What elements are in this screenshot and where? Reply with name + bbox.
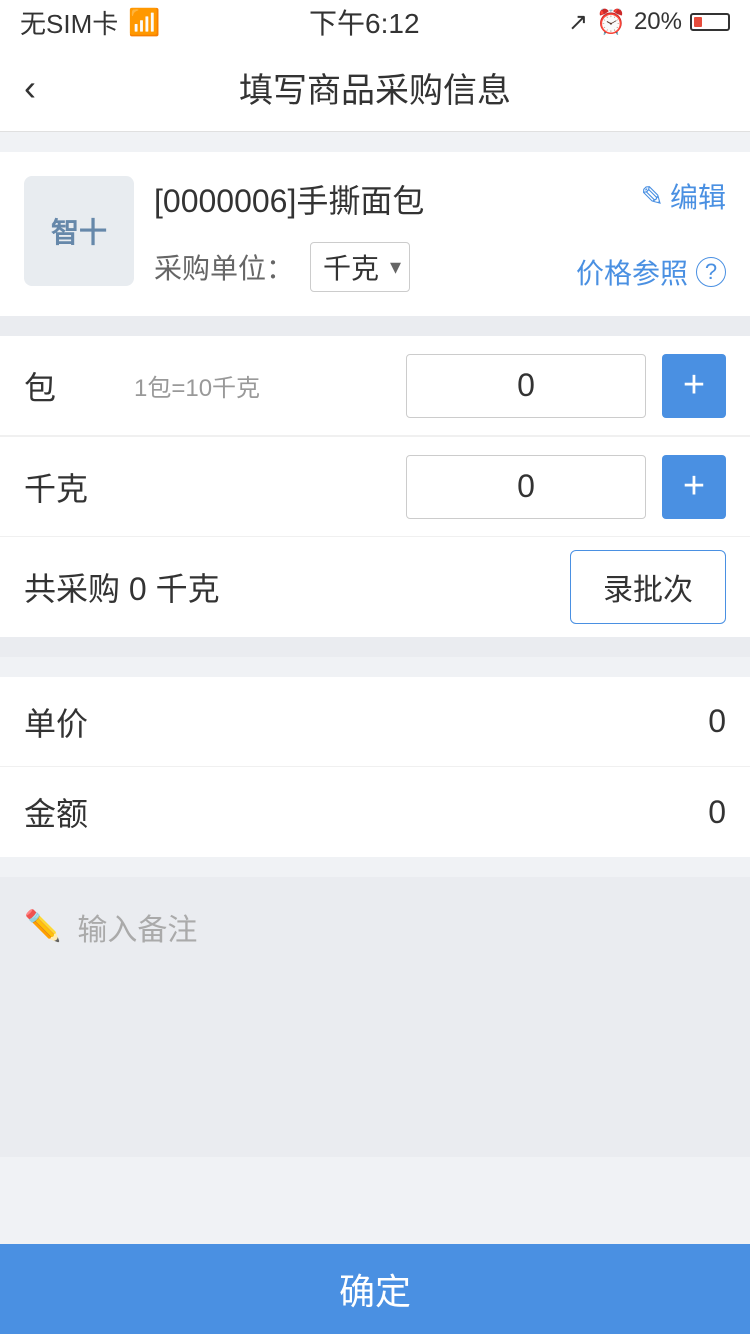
price-section: 单价 0 金额 0 (0, 677, 750, 857)
summary-row: 共采购 0 千克 录批次 (0, 537, 750, 637)
status-right: ↗ ⏰ 20% (568, 8, 730, 37)
unit-value: 千克 (323, 247, 379, 287)
kg-label: 千克 (24, 464, 124, 510)
summary-text: 共采购 0 千克 (24, 564, 220, 610)
pencil-icon: ✏️ (24, 909, 61, 944)
bag-row: 包 1包=10千克 + (0, 336, 750, 436)
bag-quantity-input[interactable] (406, 354, 646, 418)
status-bar: 无SIM卡 📶 下午6:12 ↗ ⏰ 20% (0, 0, 750, 44)
notes-section[interactable]: ✏️ 输入备注 (0, 877, 750, 1157)
kg-section: 千克 + (0, 436, 750, 537)
kg-quantity-input[interactable] (406, 455, 646, 519)
unit-label: 采购单位： (154, 247, 294, 287)
time-display: 下午6:12 (309, 2, 420, 42)
notes-placeholder: 输入备注 (77, 905, 197, 949)
unit-selector[interactable]: 千克 ▾ (310, 242, 410, 292)
price-ref-link[interactable]: 价格参照 ? (576, 252, 726, 292)
bag-section: 包 1包=10千克 + (0, 336, 750, 436)
product-logo: 智十 (51, 211, 107, 251)
carrier-label: 无SIM卡 (20, 4, 118, 41)
kg-row: 千克 + (0, 437, 750, 537)
amount-value: 0 (708, 794, 726, 831)
battery-pct: 20% (634, 8, 682, 36)
bag-label: 包 (24, 363, 124, 409)
price-ref-row: 价格参照 ? (576, 252, 726, 292)
page-title: 填写商品采购信息 (239, 63, 511, 112)
location-icon: ↗ (568, 8, 588, 37)
bag-input-wrap: + (260, 354, 726, 418)
bottom-spacer (0, 1157, 750, 1247)
kg-plus-button[interactable]: + (662, 455, 726, 519)
help-icon: ? (696, 257, 726, 287)
confirm-button[interactable]: 确定 (0, 1244, 750, 1334)
amount-row: 金额 0 (0, 767, 750, 857)
batch-button[interactable]: 录批次 (570, 550, 726, 624)
bag-plus-button[interactable]: + (662, 354, 726, 418)
battery-icon (690, 13, 730, 31)
alarm-icon: ⏰ (596, 8, 626, 37)
status-left: 无SIM卡 📶 (20, 4, 161, 41)
edit-icon: ✎ (641, 180, 664, 213)
unit-price-label: 单价 (24, 699, 88, 745)
chevron-down-icon: ▾ (390, 254, 401, 280)
wifi-icon: 📶 (128, 7, 160, 38)
product-card: 智十 [0000006]手撕面包 采购单位： 千克 ▾ ✎ 编辑 价格参照 ? (0, 152, 750, 316)
edit-label: 编辑 (670, 176, 726, 216)
amount-label: 金额 (24, 789, 88, 835)
unit-price-value: 0 (708, 703, 726, 740)
kg-input-wrap: + (124, 455, 726, 519)
edit-button[interactable]: ✎ 编辑 (641, 176, 726, 216)
unit-price-row: 单价 0 (0, 677, 750, 767)
separator-1 (0, 316, 750, 336)
bag-sublabel: 1包=10千克 (134, 368, 260, 403)
back-button[interactable]: ‹ (24, 67, 36, 109)
price-ref-label: 价格参照 (576, 252, 688, 292)
separator-2 (0, 637, 750, 657)
product-image: 智十 (24, 176, 134, 286)
nav-bar: ‹ 填写商品采购信息 (0, 44, 750, 132)
